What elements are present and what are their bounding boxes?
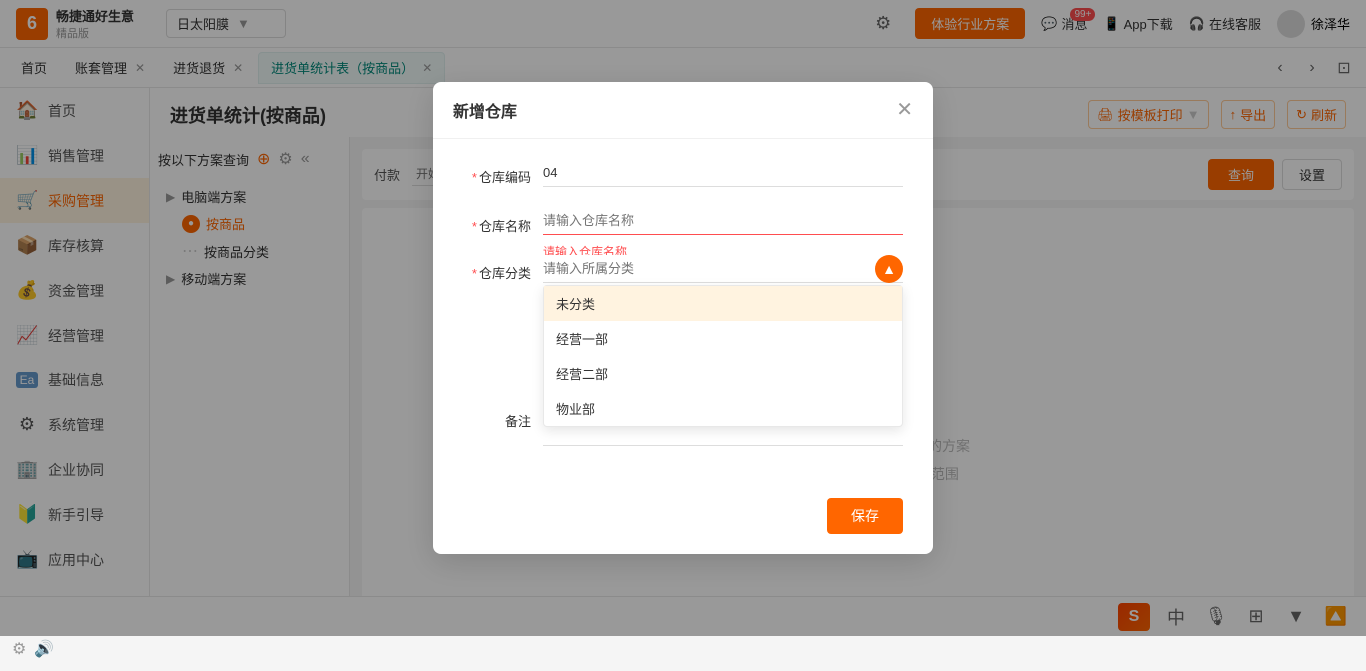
category-arrow-icon[interactable]: ▲	[875, 255, 903, 283]
dropdown-item-ops1[interactable]: 经营一部	[544, 321, 902, 356]
sidebar-settings-icon[interactable]: ⚙	[12, 639, 26, 659]
dialog-body: 仓库编码 仓库名称 请输入仓库名称 仓库分类 ▲	[433, 139, 933, 486]
category-dropdown: 未分类 经营一部 经营二部 物业部	[543, 285, 903, 427]
sidebar-volume-icon[interactable]: 🔊	[34, 639, 54, 659]
dialog-header: 新增仓库 ✕	[433, 82, 933, 139]
category-select-wrap: ▲	[543, 255, 903, 283]
warehouse-code-label: 仓库编码	[463, 159, 543, 186]
dropdown-item-uncategorized[interactable]: 未分类	[544, 286, 902, 321]
dialog-title: 新增仓库	[453, 98, 517, 122]
warehouse-code-input[interactable]	[543, 159, 903, 187]
warehouse-category-input[interactable]	[543, 255, 903, 283]
dialog: 新增仓库 ✕ 仓库编码 仓库名称 请输入仓库名称 仓库分类	[433, 82, 933, 554]
warehouse-name-input[interactable]	[543, 207, 903, 235]
dialog-close-button[interactable]: ✕	[896, 100, 913, 120]
save-button[interactable]: 保存	[827, 498, 903, 534]
warehouse-category-label: 仓库分类	[463, 255, 543, 282]
warehouse-code-row: 仓库编码	[463, 159, 903, 187]
warehouse-name-label: 仓库名称	[463, 208, 543, 235]
notes-label: 备注	[463, 403, 543, 430]
dialog-footer: 保存	[433, 486, 933, 554]
dropdown-item-ops2[interactable]: 经营二部	[544, 356, 902, 391]
warehouse-category-row: 仓库分类 ▲ 未分类 经营一部 经营二部 物业部	[463, 255, 903, 283]
dropdown-item-property[interactable]: 物业部	[544, 391, 902, 426]
warehouse-name-row: 仓库名称 请输入仓库名称	[463, 207, 903, 235]
dialog-overlay: 新增仓库 ✕ 仓库编码 仓库名称 请输入仓库名称 仓库分类	[0, 0, 1366, 636]
